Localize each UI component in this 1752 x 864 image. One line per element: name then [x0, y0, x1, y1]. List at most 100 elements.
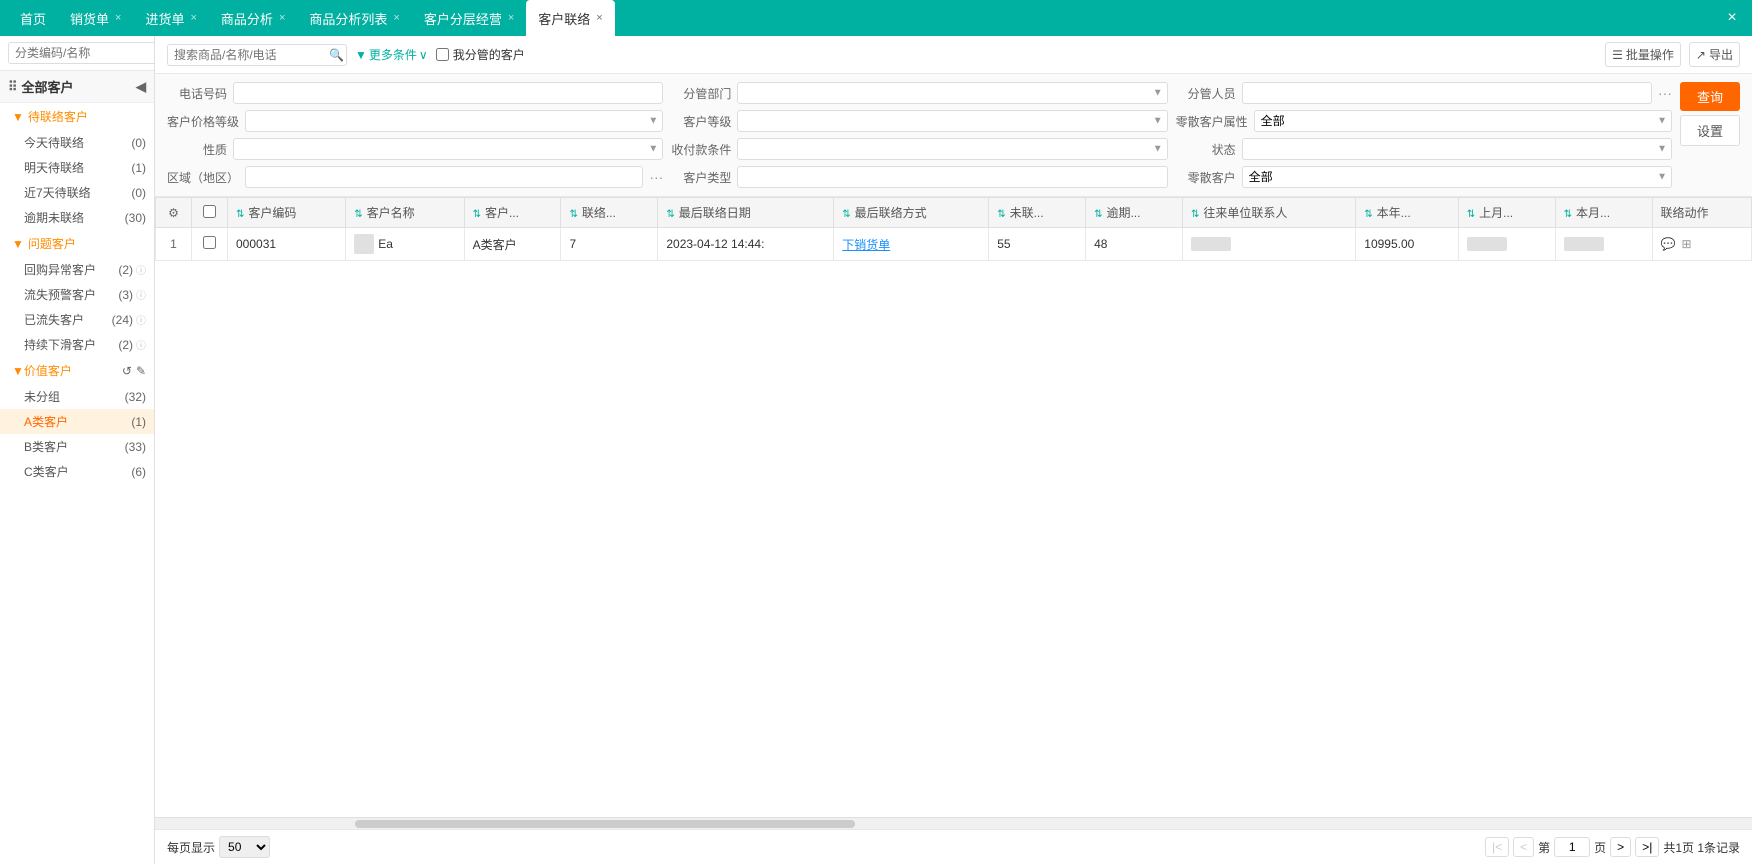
- more-filters-btn[interactable]: ▼ 更多条件 ∨: [355, 46, 428, 63]
- prev-page-btn[interactable]: <: [1513, 837, 1534, 857]
- sidebar-item-churn-warning[interactable]: 流失预警客户 (3) ⓘ: [0, 282, 154, 307]
- sidebar-item-class-a[interactable]: A类客户 (1): [0, 409, 154, 434]
- filter-bar: 🔍 ▼ 更多条件 ∨ 我分管的客户 ☰ 批量操作 ↗ 导出: [155, 36, 1752, 74]
- person-dots-icon[interactable]: ···: [1658, 85, 1672, 101]
- customer-avatar: [354, 234, 374, 254]
- sidebar-all-customers[interactable]: ⠿ 全部客户 ◀: [0, 71, 154, 103]
- region-input[interactable]: [245, 166, 643, 188]
- batch-op-button[interactable]: ☰ 批量操作: [1605, 42, 1681, 67]
- nav-customer-stratified-close[interactable]: ×: [508, 12, 514, 24]
- col-no-contact: ⇅未联...: [989, 198, 1086, 228]
- customer-level-select[interactable]: [737, 110, 1167, 132]
- edit-icon[interactable]: ✎: [136, 364, 146, 378]
- nav-home[interactable]: 首页: [8, 0, 58, 36]
- region-dots-icon[interactable]: ···: [649, 169, 663, 185]
- row-no-contact: 55: [989, 228, 1086, 261]
- main-search-input[interactable]: [174, 48, 329, 62]
- my-customers-check[interactable]: [436, 48, 449, 61]
- scrollbar-thumb[interactable]: [355, 820, 855, 828]
- dept-select[interactable]: [737, 82, 1167, 104]
- nav-product-analysis-close[interactable]: ×: [279, 12, 285, 24]
- filter-nature: 性质 ▼: [167, 138, 663, 160]
- table-header-row: ⚙ ⇅客户编码 ⇅客户名称 ⇅客户... ⇅联络... ⇅最后联络日期 ⇅最后联…: [156, 198, 1752, 228]
- phone-input[interactable]: [233, 82, 663, 104]
- last-method-link[interactable]: 下销货单: [842, 238, 890, 252]
- collapse-icon[interactable]: ◀: [136, 79, 146, 95]
- per-page-select[interactable]: 50 100 200: [219, 836, 270, 858]
- nav-product-analysis-list[interactable]: 商品分析列表 ×: [297, 0, 411, 36]
- nav-customer-contact[interactable]: 客户联络 ×: [526, 0, 614, 36]
- query-button[interactable]: 查询: [1680, 82, 1740, 111]
- filter-payment: 收付款条件 ▼: [671, 138, 1167, 160]
- horizontal-scrollbar[interactable]: [155, 817, 1752, 829]
- value-group-actions: ↺ ✎: [122, 364, 146, 378]
- payment-select[interactable]: [737, 138, 1167, 160]
- sidebar-search-input[interactable]: [8, 42, 155, 64]
- row-last-date: 2023-04-12 14:44:: [658, 228, 834, 261]
- first-page-btn[interactable]: |<: [1485, 837, 1509, 857]
- my-customers-checkbox[interactable]: 我分管的客户: [436, 46, 525, 63]
- sidebar-item-class-c[interactable]: C类客户 (6): [0, 459, 154, 484]
- sidebar-item-class-b[interactable]: B类客户 (33): [0, 434, 154, 459]
- nav-customer-stratified[interactable]: 客户分层经营 ×: [412, 0, 526, 36]
- select-all-checkbox[interactable]: [203, 205, 216, 218]
- filter-row-4: 区域（地区） ··· 客户类型 零散客户 全部 ▼: [167, 166, 1672, 188]
- row-select-checkbox[interactable]: [203, 236, 216, 249]
- page-number-input[interactable]: [1554, 837, 1590, 857]
- next-page-btn[interactable]: >: [1610, 837, 1631, 857]
- info-icon2: ⓘ: [136, 287, 146, 302]
- search-input-wrap: 🔍: [167, 44, 347, 66]
- table-settings-col[interactable]: ⚙: [156, 198, 192, 228]
- nav-sales-order[interactable]: 销货单 ×: [58, 0, 133, 36]
- sidebar-item-7days-pending[interactable]: 近7天待联络 (0): [0, 180, 154, 205]
- sidebar-item-repurchase-abnormal[interactable]: 回购异常客户 (2) ⓘ: [0, 257, 154, 282]
- search-icon-main[interactable]: 🔍: [329, 48, 344, 62]
- nav-customer-contact-close[interactable]: ×: [596, 12, 602, 24]
- nav-purchase-order[interactable]: 进货单 ×: [133, 0, 208, 36]
- sidebar-item-overdue-contact[interactable]: 逾期未联络 (30): [0, 205, 154, 230]
- last-page-btn[interactable]: >|: [1635, 837, 1659, 857]
- per-page-section: 每页显示 50 100 200: [167, 836, 270, 858]
- sidebar-item-tomorrow-pending[interactable]: 明天待联络 (1): [0, 155, 154, 180]
- col-last-date: ⇅最后联络日期: [658, 198, 834, 228]
- nav-purchase-order-close[interactable]: ×: [190, 12, 196, 24]
- col-last-month: ⇅上月...: [1458, 198, 1555, 228]
- row-checkbox[interactable]: [192, 228, 228, 261]
- nav-product-analysis[interactable]: 商品分析 ×: [209, 0, 297, 36]
- window-close-button[interactable]: ×: [1720, 6, 1744, 30]
- sidebar-item-declining[interactable]: 持续下滑客户 (2) ⓘ: [0, 332, 154, 357]
- sidebar-item-unclassified[interactable]: 未分组 (32): [0, 384, 154, 409]
- col-actions: 联络动作: [1652, 198, 1751, 228]
- retail-customer-select[interactable]: 全部: [1242, 166, 1672, 188]
- sidebar-search-area: 🔍: [0, 36, 154, 71]
- settings-button[interactable]: 设置: [1680, 115, 1740, 146]
- main-layout: 🔍 ⠿ 全部客户 ◀ ▼ 待联络客户 今天待联络 (0) 明天待联络 (1) 近…: [0, 36, 1752, 864]
- filter-status: 状态 ▼: [1176, 138, 1672, 160]
- customer-type-input[interactable]: [737, 166, 1167, 188]
- more-icon[interactable]: ⊞: [1681, 237, 1691, 251]
- nature-select[interactable]: [233, 138, 663, 160]
- customer-table: ⚙ ⇅客户编码 ⇅客户名称 ⇅客户... ⇅联络... ⇅最后联络日期 ⇅最后联…: [155, 197, 1752, 261]
- filter-customer-level: 客户等级 ▼: [671, 110, 1167, 132]
- nav-product-analysis-list-close[interactable]: ×: [393, 12, 399, 24]
- export-button[interactable]: ↗ 导出: [1689, 42, 1740, 67]
- refresh-icon[interactable]: ↺: [122, 364, 132, 378]
- row-this-month: [1555, 228, 1652, 261]
- sidebar-group-pending[interactable]: ▼ 待联络客户: [0, 103, 154, 130]
- col-contact-count: ⇅联络...: [561, 198, 658, 228]
- nav-sales-order-close[interactable]: ×: [115, 12, 121, 24]
- sidebar-group-problem[interactable]: ▼ 问题客户: [0, 230, 154, 257]
- price-level-select[interactable]: [245, 110, 663, 132]
- batch-icon: ☰: [1612, 48, 1623, 62]
- person-input[interactable]: [1242, 82, 1652, 104]
- chat-icon[interactable]: 💬: [1661, 237, 1676, 251]
- sidebar-item-churned[interactable]: 已流失客户 (24) ⓘ: [0, 307, 154, 332]
- sidebar-group-value[interactable]: ▼ 价值客户 ↺ ✎: [0, 357, 154, 384]
- retail-attr-select[interactable]: 全部: [1254, 110, 1672, 132]
- info-icon: ⓘ: [136, 262, 146, 277]
- sidebar-item-today-pending[interactable]: 今天待联络 (0): [0, 130, 154, 155]
- filter-region: 区域（地区） ···: [167, 166, 663, 188]
- filter-phone: 电话号码: [167, 82, 663, 104]
- filter-retail-attr: 零散客户属性 全部 ▼: [1176, 110, 1672, 132]
- status-select[interactable]: [1242, 138, 1672, 160]
